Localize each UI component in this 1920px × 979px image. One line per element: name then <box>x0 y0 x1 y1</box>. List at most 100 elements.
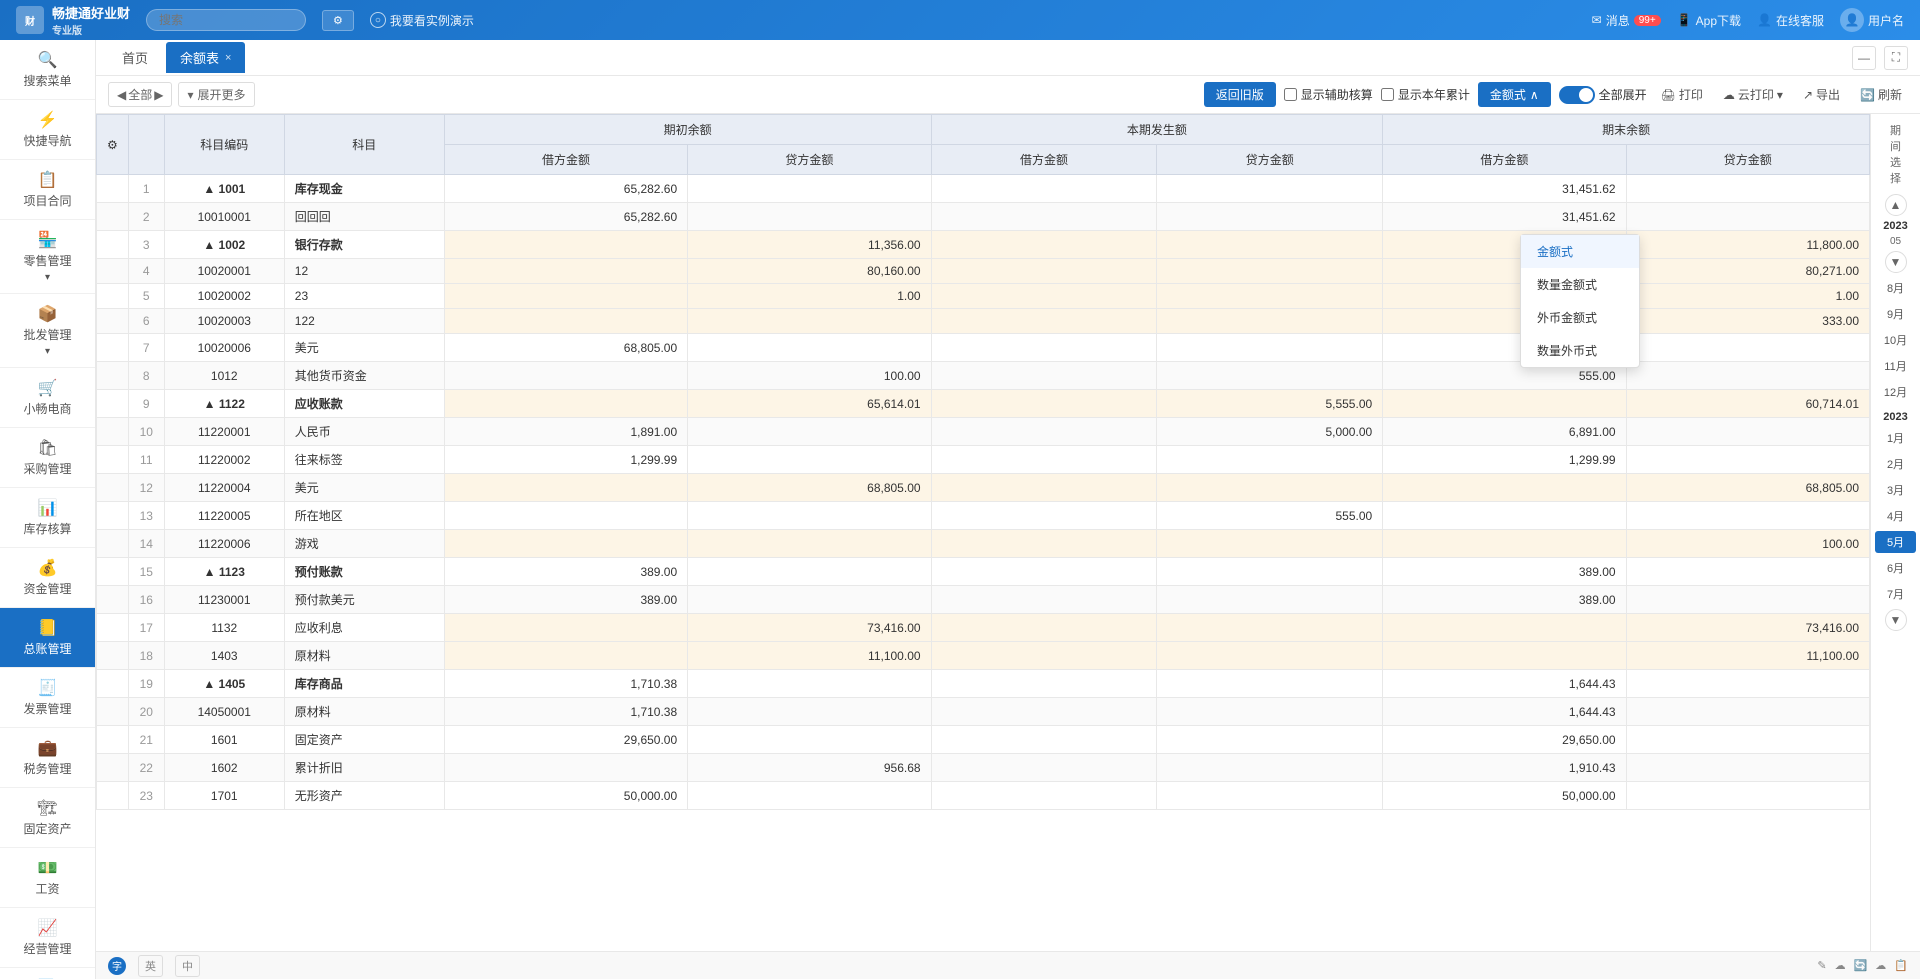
sidebar-item-fixed-assets[interactable]: 🏗 固定资产 <box>0 788 95 848</box>
table-row: 23 1701 无形资产 50,000.0050,000.00 <box>97 782 1870 810</box>
aux-checkbox-input[interactable] <box>1284 88 1297 101</box>
menu-item-amount[interactable]: 金额式 <box>1521 235 1639 268</box>
row-number: 13 <box>128 502 164 530</box>
row-number: 20 <box>128 698 164 726</box>
sidebar-item-quick-nav[interactable]: ⚡ 快捷导航 <box>0 100 95 160</box>
month-11[interactable]: 11月 <box>1875 355 1916 377</box>
account-code-cell: 10020003 <box>164 309 284 334</box>
demo-link[interactable]: ○ 我要看实例演示 <box>370 12 474 29</box>
month-4[interactable]: 4月 <box>1875 505 1916 527</box>
tab-home[interactable]: 首页 <box>108 42 162 73</box>
app-download-btn[interactable]: 📱 App下载 <box>1677 12 1741 29</box>
sidebar-item-ledger[interactable]: 📒 总账管理 <box>0 608 95 668</box>
month-8[interactable]: 8月 <box>1875 277 1916 299</box>
cur-credit-cell <box>1157 614 1383 642</box>
month-7[interactable]: 7月 <box>1875 583 1916 605</box>
cur-credit-cell <box>1157 558 1383 586</box>
cur-credit-cell <box>1157 231 1383 259</box>
end-credit-cell <box>1626 698 1869 726</box>
month-12[interactable]: 12月 <box>1875 381 1916 403</box>
export-btn[interactable]: ↗ 导出 <box>1797 83 1846 106</box>
end-credit-cell <box>1626 726 1869 754</box>
amount-style-dropdown[interactable]: 金额式 ∧ <box>1478 82 1551 107</box>
online-service-btn[interactable]: 👤 在线客服 <box>1757 12 1824 29</box>
retail-icon: 🏪 <box>8 230 87 250</box>
sidebar-item-inventory[interactable]: 📊 库存核算 <box>0 488 95 548</box>
tab-close-icon[interactable]: × <box>225 52 231 64</box>
show-aux-checkbox[interactable]: 显示辅助核算 <box>1284 86 1373 103</box>
lang-cn-btn[interactable]: 英 <box>138 955 163 977</box>
clipboard-icon[interactable]: 📋 <box>1894 959 1908 972</box>
header-settings-btn[interactable]: ⚙ <box>322 10 354 31</box>
row-settings <box>97 446 129 474</box>
menu-item-foreign-amount[interactable]: 外币金额式 <box>1521 301 1639 334</box>
month-9[interactable]: 9月 <box>1875 303 1916 325</box>
print-btn[interactable]: 🖨 打印 <box>1655 83 1709 106</box>
toggle-switch[interactable] <box>1559 86 1595 104</box>
menu-item-qty-amount[interactable]: 数量金额式 <box>1521 268 1639 301</box>
end-debit-cell: 6,891.00 <box>1383 418 1626 446</box>
row-settings <box>97 698 129 726</box>
tab-balance[interactable]: 余额表 × <box>166 42 245 73</box>
cur-debit-cell <box>931 642 1157 670</box>
month-10[interactable]: 10月 <box>1875 329 1916 351</box>
month-3[interactable]: 3月 <box>1875 479 1916 501</box>
sidebar-item-finance[interactable]: 💰 资金管理 <box>0 548 95 608</box>
return-old-btn[interactable]: 返回旧版 <box>1204 82 1276 107</box>
nav-down-btn[interactable]: ▼ <box>1885 609 1907 631</box>
sidebar-item-expense[interactable]: 📝 小畅报销 <box>0 968 95 979</box>
year-2023-month-05[interactable]: 05 <box>1890 236 1901 247</box>
lang-en-btn[interactable]: 中 <box>175 955 200 977</box>
show-ytd-checkbox[interactable]: 显示本年累计 <box>1381 86 1470 103</box>
nav-between-btn[interactable]: ▼ <box>1885 251 1907 273</box>
account-code-cell: ▲ 1002 <box>164 231 284 259</box>
sync-icon[interactable]: 🔄 <box>1854 959 1868 972</box>
end-debit-cell: 389.00 <box>1383 586 1626 614</box>
edit-icon[interactable]: ✎ <box>1817 959 1826 972</box>
message-btn[interactable]: ✉ 消息 99+ <box>1592 12 1661 29</box>
sidebar-item-wholesale[interactable]: 📦 批发管理 ▾ <box>0 294 95 368</box>
sidebar-item-payroll[interactable]: 💵 工资 <box>0 848 95 908</box>
sidebar-item-retail[interactable]: 🏪 零售管理 ▾ <box>0 220 95 294</box>
sidebar-item-project[interactable]: 📋 项目合同 <box>0 160 95 220</box>
month-2[interactable]: 2月 <box>1875 453 1916 475</box>
cloud-print-btn[interactable]: ☁ 云打印 ▾ <box>1717 83 1789 106</box>
header-search-input[interactable] <box>146 9 306 31</box>
menu-item-qty-foreign[interactable]: 数量外币式 <box>1521 334 1639 367</box>
user-avatar[interactable]: 👤 用户名 <box>1840 8 1904 32</box>
refresh-btn[interactable]: 🔄 刷新 <box>1854 83 1908 106</box>
sidebar-item-purchase[interactable]: 🛍 采购管理 <box>0 428 95 488</box>
table-row: 9 ▲ 1122 应收账款 65,614.015,555.0060,714.01 <box>97 390 1870 418</box>
month-5[interactable]: 5月 <box>1875 531 1916 553</box>
row-number: 7 <box>128 334 164 362</box>
tab-maximize-btn[interactable]: ⛶ <box>1884 46 1908 70</box>
export-icon: ↗ <box>1803 88 1813 102</box>
cur-debit-cell <box>931 586 1157 614</box>
sidebar-item-invoice[interactable]: 🧾 发票管理 <box>0 668 95 728</box>
expand-more-btn[interactable]: ▾ 展开更多 <box>178 82 254 107</box>
month-1[interactable]: 1月 <box>1875 427 1916 449</box>
ytd-checkbox-input[interactable] <box>1381 88 1394 101</box>
nav-back-btn[interactable]: ◀ 全部 ▶ <box>108 82 172 107</box>
month-6[interactable]: 6月 <box>1875 557 1916 579</box>
table-settings-header[interactable]: ⚙ <box>97 115 129 175</box>
sidebar-item-ecommerce[interactable]: 🛒 小畅电商 <box>0 368 95 428</box>
nav-up-btn[interactable]: ▲ <box>1885 194 1907 216</box>
sidebar-item-operations[interactable]: 📈 经营管理 <box>0 908 95 968</box>
tab-minimize-btn[interactable]: — <box>1852 46 1876 70</box>
cur-credit-cell <box>1157 698 1383 726</box>
table-row: 10 11220001 人民币 1,891.005,000.006,891.00 <box>97 418 1870 446</box>
app-logo: 财 畅捷通好业财 专业版 <box>16 3 130 37</box>
expand-all-toggle[interactable]: 全部展开 <box>1559 86 1647 104</box>
amount-style-menu: 金额式 数量金额式 外币金额式 数量外币式 <box>1520 234 1640 368</box>
cloud-icon[interactable]: ☁ <box>1835 959 1846 972</box>
end-debit-cell: 389.00 <box>1383 558 1626 586</box>
row-number: 5 <box>128 284 164 309</box>
sidebar-item-tax[interactable]: 💼 税务管理 <box>0 728 95 788</box>
row-number: 11 <box>128 446 164 474</box>
account-code-cell: 1132 <box>164 614 284 642</box>
cloud2-icon[interactable]: ☁ <box>1875 959 1886 972</box>
row-settings <box>97 754 129 782</box>
sidebar-item-search[interactable]: 🔍 搜索菜单 <box>0 40 95 100</box>
app-subtitle: 专业版 <box>52 22 130 37</box>
